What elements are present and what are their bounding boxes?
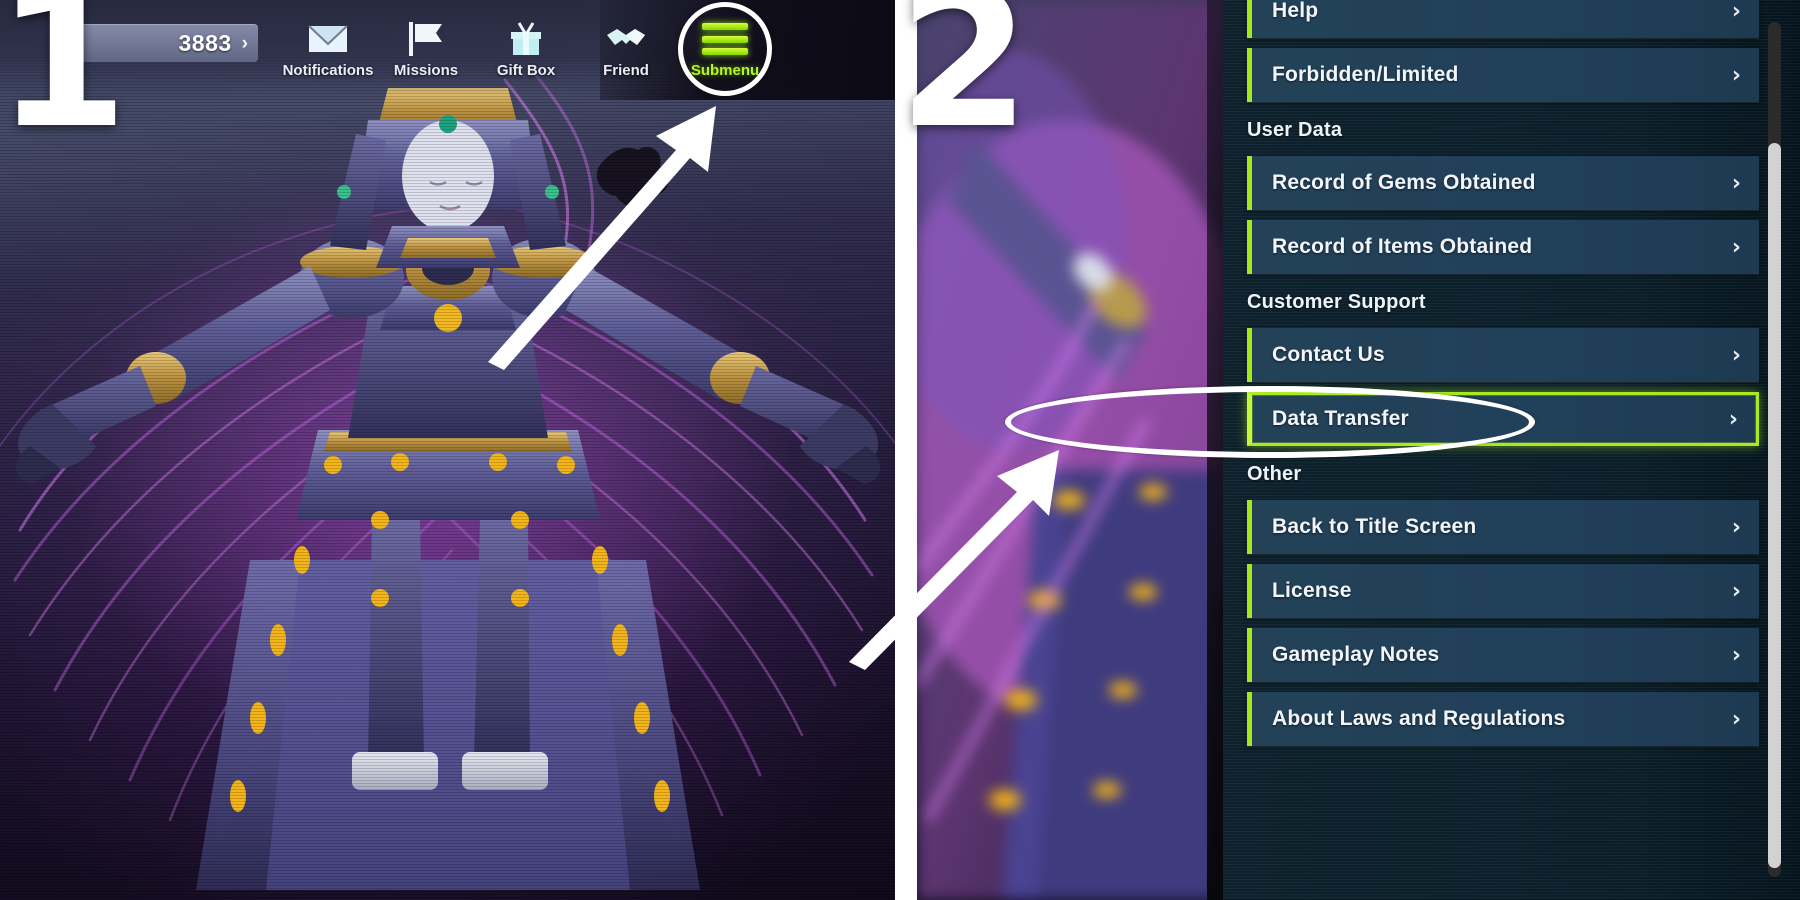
chevron-right-icon: › — [1728, 406, 1738, 432]
menu-item-back-to-title-screen[interactable]: Back to Title Screen › — [1247, 500, 1759, 554]
chevron-right-icon: › — [1731, 514, 1741, 540]
annotation-arrow-to-data-transfer — [849, 450, 1059, 670]
step-number-2: 2 — [898, 0, 1031, 170]
chevron-right-icon: › — [1731, 62, 1741, 88]
nav-item-missions[interactable]: Missions — [378, 18, 474, 79]
menu-label: Contact Us — [1272, 343, 1385, 366]
nav-item-notifications[interactable]: Notifications — [280, 18, 376, 79]
menu-item-license[interactable]: License › — [1247, 564, 1759, 618]
chevron-right-icon: › — [1731, 0, 1741, 24]
data-transfer-highlight-ellipse — [1005, 386, 1535, 458]
currency-amount: 3883 — [178, 29, 232, 56]
menu-section-header-user-data: User Data — [1247, 118, 1343, 141]
nav-label-missions: Missions — [393, 62, 459, 79]
chevron-right-icon: › — [1731, 642, 1741, 668]
chevron-right-icon: › — [1731, 342, 1741, 368]
menu-label: Gameplay Notes — [1272, 643, 1440, 666]
flag-icon — [378, 18, 474, 60]
chevron-right-icon: › — [1731, 170, 1741, 196]
chevron-right-icon: › — [1731, 706, 1741, 732]
handshake-icon — [578, 18, 674, 60]
scrollbar-thumb[interactable] — [1768, 143, 1781, 868]
screenshot-root: 3883 › Notifications Missions Gift Box F… — [0, 0, 1800, 900]
chevron-right-icon: › — [1731, 234, 1741, 260]
currency-chevron-icon: › — [241, 32, 248, 54]
chevron-right-icon: › — [1731, 578, 1741, 604]
nav-label-gift-box: Gift Box — [496, 62, 556, 79]
menu-label: Back to Title Screen — [1272, 515, 1477, 538]
nav-label-notifications: Notifications — [282, 62, 374, 79]
nav-item-friend[interactable]: Friend — [578, 18, 674, 79]
menu-item-gameplay-notes[interactable]: Gameplay Notes › — [1247, 628, 1759, 682]
step-number-1: 1 — [0, 0, 129, 170]
character-artwork — [15, 88, 881, 890]
envelope-icon — [280, 18, 376, 60]
menu-item-record-of-gems-obtained[interactable]: Record of Gems Obtained › — [1247, 156, 1759, 210]
menu-label: License — [1272, 579, 1352, 602]
menu-label: Help — [1272, 0, 1319, 22]
menu-label: About Laws and Regulations — [1272, 707, 1566, 730]
menu-section-header-customer-support: Customer Support — [1247, 290, 1426, 313]
nav-label-friend: Friend — [603, 62, 649, 79]
menu-section-header-other: Other — [1247, 462, 1302, 485]
annotation-arrow-to-submenu — [488, 106, 716, 370]
menu-item-about-laws-and-regulations[interactable]: About Laws and Regulations › — [1247, 692, 1759, 746]
menu-item-forbidden-limited[interactable]: Forbidden/Limited › — [1247, 48, 1759, 102]
game-home-screen-panel: 3883 › Notifications Missions Gift Box F… — [0, 0, 896, 900]
menu-label: Record of Gems Obtained — [1272, 171, 1536, 194]
menu-label: Record of Items Obtained — [1272, 235, 1533, 258]
nav-item-gift-box[interactable]: Gift Box — [478, 18, 574, 79]
menu-item-contact-us[interactable]: Contact Us › — [1247, 328, 1759, 382]
menu-label: Forbidden/Limited — [1272, 63, 1459, 86]
menu-item-help[interactable]: Help › — [1247, 0, 1759, 38]
gift-icon — [478, 18, 574, 60]
menu-item-record-of-items-obtained[interactable]: Record of Items Obtained › — [1247, 220, 1759, 274]
submenu-highlight-circle — [678, 2, 772, 96]
